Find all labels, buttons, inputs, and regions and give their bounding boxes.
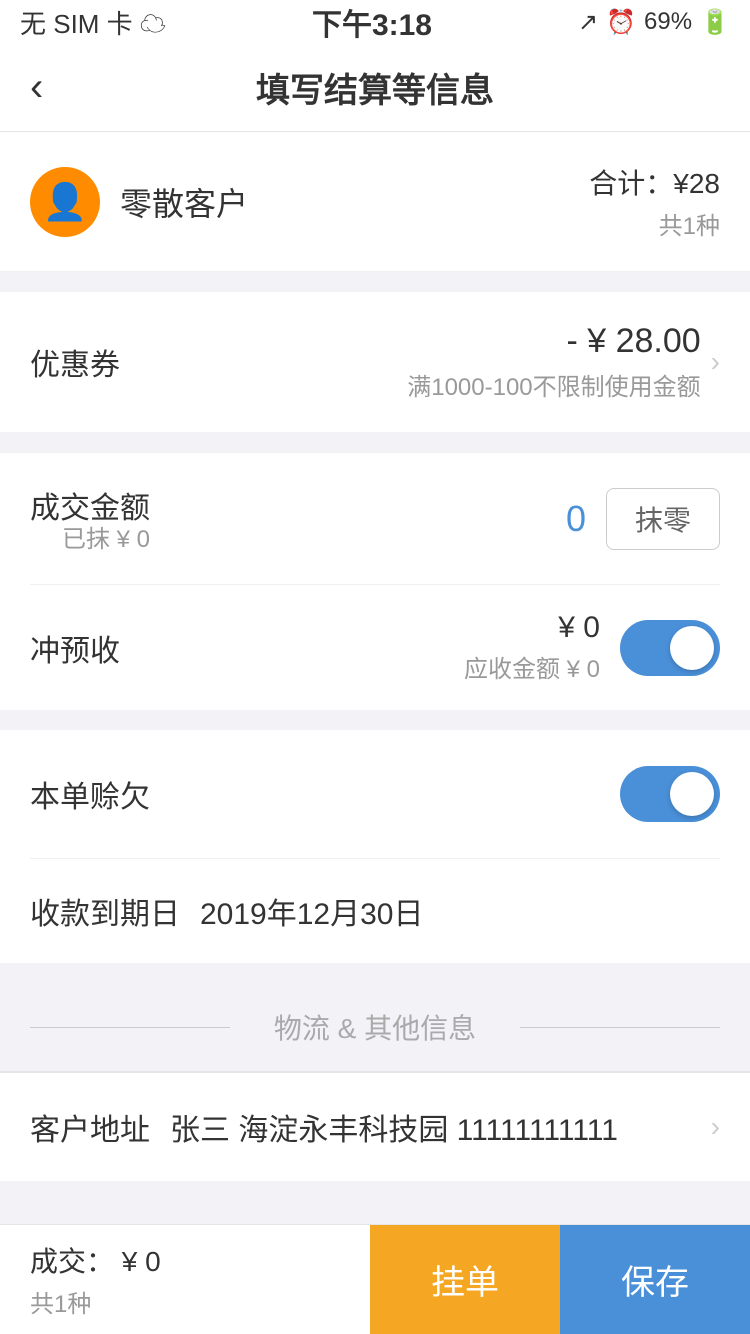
customer-section: 👤 零散客户 合计：¥28 共1种 (0, 132, 750, 272)
customer-info: 👤 零散客户 (30, 167, 248, 237)
coupon-row[interactable]: 优惠券 - ¥ 28.00 满1000-100不限制使用金额 › (0, 292, 750, 432)
status-time: 下午3:18 (312, 0, 432, 44)
total-count: 共1种 (589, 206, 720, 241)
prepay-row: 冲预收 ¥ 0 应收金额 ¥ 0 (30, 585, 720, 710)
coupon-desc: 满1000-100不限制使用金额 (407, 367, 700, 402)
customer-total: 合计：¥28 共1种 (589, 162, 720, 241)
avatar: 👤 (30, 167, 100, 237)
prepay-label: 冲预收 (30, 626, 120, 670)
prepay-right: ¥ 0 应收金额 ¥ 0 (464, 611, 720, 684)
debt-row: 本单赊欠 (30, 730, 720, 858)
bottom-deal-count: 共1种 (30, 1284, 340, 1319)
debt-toggle[interactable] (620, 766, 720, 822)
deal-right: 0 抹零 (526, 488, 720, 550)
battery-level: 69% (644, 8, 692, 36)
avatar-icon: 👤 (43, 181, 88, 223)
status-bar: 无 SIM 卡 ☁ 下午3:18 ↗ ⏰ 69% 🔋 (0, 0, 750, 44)
prepay-toggle[interactable] (620, 620, 720, 676)
coupon-detail: - ¥ 28.00 满1000-100不限制使用金额 (407, 322, 700, 402)
total-amount: 合计：¥28 (589, 162, 720, 202)
deal-amount-value: 0 (526, 498, 586, 540)
bottom-deal-amount: 成交： ¥ 0 (30, 1240, 340, 1280)
battery-icon: 🔋 (700, 8, 730, 37)
chevron-right-icon: › (711, 1111, 720, 1143)
customer-row: 👤 零散客户 合计：¥28 共1种 (0, 132, 750, 272)
address-value: 张三 海淀永丰科技园 11111111111 (170, 1105, 711, 1149)
logistics-label: 物流 & 其他信息 (274, 1013, 476, 1044)
debt-section: 本单赊欠 收款到期日 2019年12月30日 (0, 730, 750, 963)
prepay-amounts: ¥ 0 应收金额 ¥ 0 (464, 611, 600, 684)
coupon-section: 优惠券 - ¥ 28.00 满1000-100不限制使用金额 › (0, 292, 750, 432)
due-date-value: 2019年12月30日 (200, 889, 423, 933)
nav-bar: ‹ 填写结算等信息 (0, 44, 750, 132)
page-title: 填写结算等信息 (256, 63, 494, 112)
back-button[interactable]: ‹ (30, 65, 43, 110)
status-left: 无 SIM 卡 ☁ (20, 4, 166, 41)
coupon-label: 优惠券 (30, 340, 120, 384)
deal-amount-row: 成交金额 已抹 ¥ 0 0 抹零 (30, 453, 720, 585)
separator-1 (0, 272, 750, 292)
address-row[interactable]: 客户地址 张三 海淀永丰科技园 11111111111 › (30, 1073, 720, 1181)
sim-status: 无 SIM 卡 ☁ (20, 4, 166, 41)
bottom-info: 成交： ¥ 0 共1种 (0, 1240, 370, 1319)
separator-4 (0, 963, 750, 983)
status-right: ↗ ⏰ 69% 🔋 (578, 8, 730, 37)
logistics-section: 物流 & 其他信息 (0, 983, 750, 1071)
address-label: 客户地址 (30, 1105, 150, 1149)
separator-2 (0, 432, 750, 452)
prepay-sub-text: 应收金额 ¥ 0 (464, 649, 600, 684)
hold-button[interactable]: 挂单 (370, 1225, 560, 1334)
coupon-right: - ¥ 28.00 满1000-100不限制使用金额 › (407, 322, 720, 402)
chevron-right-icon: › (711, 346, 720, 378)
round-button[interactable]: 抹零 (606, 488, 720, 550)
coupon-amount: - ¥ 28.00 (407, 322, 700, 361)
deal-label-wrap: 成交金额 已抹 ¥ 0 (30, 483, 150, 554)
alarm-icon: ⏰ (606, 8, 636, 37)
save-button[interactable]: 保存 (560, 1225, 750, 1334)
separator-3 (0, 710, 750, 730)
customer-name: 零散客户 (120, 179, 248, 225)
due-date-row: 收款到期日 2019年12月30日 (30, 858, 720, 963)
bottom-bar: 成交： ¥ 0 共1种 挂单 保存 (0, 1224, 750, 1334)
address-section: 客户地址 张三 海淀永丰科技园 11111111111 › (0, 1073, 750, 1181)
due-date-label: 收款到期日 (30, 889, 180, 933)
deal-section: 成交金额 已抹 ¥ 0 0 抹零 冲预收 ¥ 0 应收金额 ¥ 0 (0, 452, 750, 710)
prepay-main-amount: ¥ 0 (464, 611, 600, 645)
debt-label: 本单赊欠 (30, 772, 150, 816)
location-icon: ↗ (578, 8, 598, 37)
